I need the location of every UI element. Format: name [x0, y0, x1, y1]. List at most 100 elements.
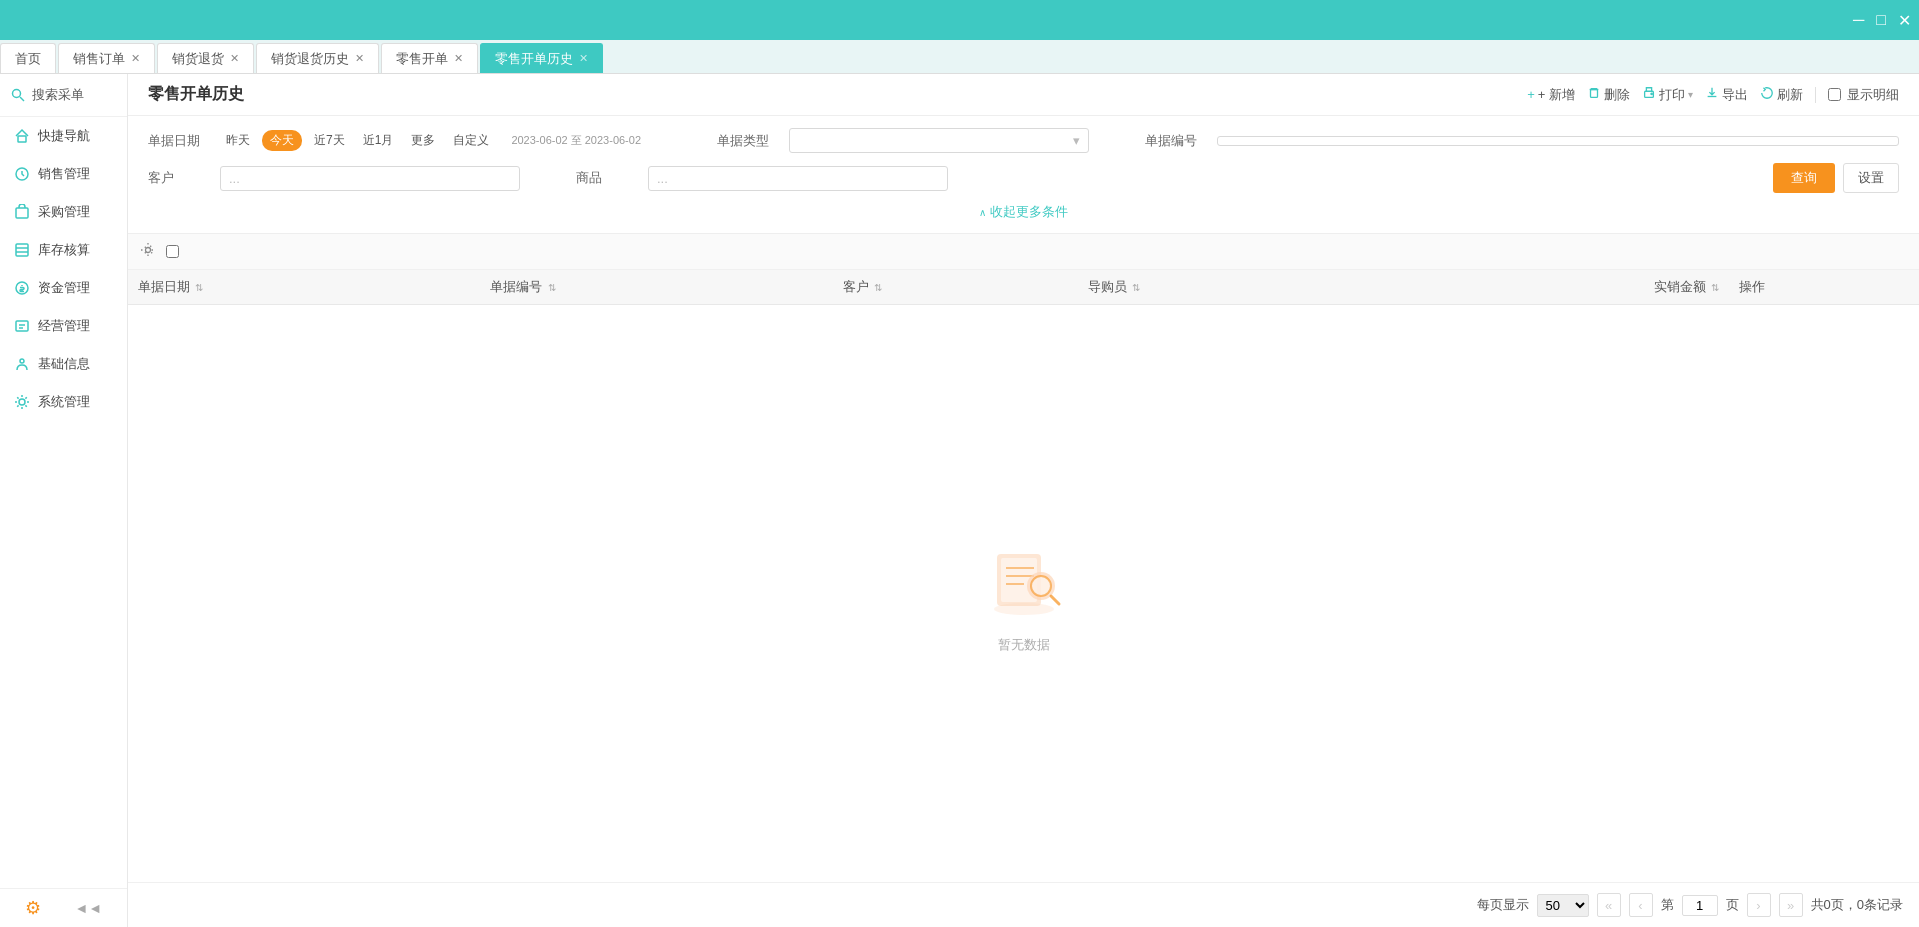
- display-cols-button[interactable]: 显示明细: [1828, 86, 1899, 104]
- table-settings-icon[interactable]: [140, 242, 156, 261]
- refresh-icon: [1760, 86, 1774, 103]
- operations-icon: [14, 318, 30, 334]
- doc-type-label: 单据类型: [717, 132, 773, 150]
- svg-rect-5: [16, 244, 28, 256]
- tab-home[interactable]: 首页: [0, 43, 56, 73]
- page-input[interactable]: [1682, 895, 1718, 916]
- sort-date-icon: ⇅: [195, 282, 203, 293]
- tab-retail-open-history[interactable]: 零售开单历史 ✕: [480, 43, 603, 73]
- sidebar-item-inventory[interactable]: 库存核算: [0, 231, 127, 269]
- chevron-left[interactable]: ‹: [1629, 893, 1653, 917]
- date-btn-more[interactable]: 更多: [405, 130, 441, 151]
- date-range: 2023-06-02 至 2023-06-02: [511, 133, 641, 148]
- svg-point-12: [20, 359, 24, 363]
- doc-type-select[interactable]: ▾: [789, 128, 1089, 153]
- date-btn-today[interactable]: 今天: [262, 130, 302, 151]
- tab-retail-open-close[interactable]: ✕: [454, 52, 463, 65]
- close-btn[interactable]: ✕: [1898, 11, 1911, 30]
- date-btn-7days[interactable]: 近7天: [308, 130, 351, 151]
- sidebar-item-operations[interactable]: 经营管理: [0, 307, 127, 345]
- sidebar-bottom: ⚙ ◄◄: [0, 888, 127, 927]
- sort-no-icon: ⇅: [548, 282, 556, 293]
- sidebar-item-label: 快捷导航: [38, 127, 90, 145]
- filter-row-2: 客户 ... 商品 ... 查询 设置: [148, 163, 1899, 193]
- tab-retail-open-history-close[interactable]: ✕: [579, 52, 588, 65]
- print-button[interactable]: 打印 ▾: [1642, 86, 1693, 104]
- content-area: 零售开单历史 + + 新增 删除 打印 ▾: [128, 74, 1919, 927]
- page-title: 零售开单历史: [148, 84, 244, 105]
- basic-info-icon: [14, 356, 30, 372]
- customer-label: 客户: [148, 169, 204, 187]
- window-controls: ─ □ ✕: [1853, 11, 1911, 30]
- tab-sales-return-history-close[interactable]: ✕: [355, 52, 364, 65]
- delete-button[interactable]: 删除: [1587, 86, 1630, 104]
- table-area: 单据日期 ⇅ 单据编号 ⇅ 客户 ⇅ 导购员 ⇅: [128, 234, 1919, 927]
- chevron-right-last[interactable]: »: [1779, 893, 1803, 917]
- finance-icon: [14, 280, 30, 296]
- goods-input[interactable]: ...: [648, 166, 948, 191]
- sidebar-item-finance[interactable]: 资金管理: [0, 269, 127, 307]
- refresh-button[interactable]: 刷新: [1760, 86, 1803, 104]
- page-label: 第: [1661, 896, 1674, 914]
- sidebar-item-sales-mgmt[interactable]: 销售管理: [0, 155, 127, 193]
- doc-no-input[interactable]: [1217, 136, 1899, 146]
- date-btn-custom[interactable]: 自定义: [447, 130, 495, 151]
- filter-area: 单据日期 昨天 今天 近7天 近1月 更多 自定义 2023-06-02 至 2…: [128, 116, 1919, 234]
- settings-icon[interactable]: ⚙: [25, 897, 41, 919]
- collapse-icon[interactable]: ◄◄: [74, 900, 102, 916]
- col-amount[interactable]: 实销金额 ⇅: [1377, 270, 1729, 305]
- collapse-arrow: ∧: [979, 207, 986, 218]
- date-btn-yesterday[interactable]: 昨天: [220, 130, 256, 151]
- display-cols-checkbox[interactable]: [1828, 88, 1841, 101]
- sidebar-item-label: 资金管理: [38, 279, 90, 297]
- chevron-right[interactable]: ›: [1747, 893, 1771, 917]
- col-action: 操作: [1729, 270, 1919, 305]
- date-btn-1month[interactable]: 近1月: [357, 130, 400, 151]
- tab-sales-order[interactable]: 销售订单 ✕: [58, 43, 155, 73]
- query-button[interactable]: 查询: [1773, 163, 1835, 193]
- minimize-btn[interactable]: ─: [1853, 11, 1864, 30]
- filter-dates: 昨天 今天 近7天 近1月 更多 自定义: [220, 130, 495, 151]
- svg-point-0: [13, 90, 21, 98]
- divider: [1815, 87, 1816, 103]
- top-bar: ─ □ ✕: [0, 0, 1919, 40]
- collapse-btn[interactable]: ∧ 收起更多条件: [148, 203, 1899, 221]
- export-button[interactable]: 导出: [1705, 86, 1748, 104]
- select-all-checkbox[interactable]: [166, 245, 179, 258]
- col-date[interactable]: 单据日期 ⇅: [128, 270, 480, 305]
- svg-rect-14: [1591, 90, 1598, 98]
- sidebar-item-basic-info[interactable]: 基础信息: [0, 345, 127, 383]
- tab-retail-open[interactable]: 零售开单 ✕: [381, 43, 478, 73]
- sidebar-item-label: 销售管理: [38, 165, 90, 183]
- svg-rect-9: [16, 321, 28, 331]
- chevron-left-first[interactable]: «: [1597, 893, 1621, 917]
- purchase-icon: [14, 204, 30, 220]
- tab-sales-return-close[interactable]: ✕: [230, 52, 239, 65]
- sidebar-item-label: 基础信息: [38, 355, 90, 373]
- sidebar-search[interactable]: 搜索采单: [0, 74, 127, 117]
- print-icon: [1642, 86, 1656, 103]
- add-button[interactable]: + + 新增: [1527, 86, 1575, 104]
- table-header-row: 单据日期 ⇅ 单据编号 ⇅ 客户 ⇅ 导购员 ⇅: [128, 270, 1919, 305]
- page-size-select[interactable]: 50 10 20 100: [1537, 894, 1589, 917]
- inventory-icon: [14, 242, 30, 258]
- goods-label: 商品: [576, 169, 632, 187]
- tab-bar: 首页 销售订单 ✕ 销货退货 ✕ 销货退货历史 ✕ 零售开单 ✕ 零售开单历史 …: [0, 40, 1919, 74]
- tab-sales-order-close[interactable]: ✕: [131, 52, 140, 65]
- maximize-btn[interactable]: □: [1876, 11, 1886, 30]
- customer-input[interactable]: ...: [220, 166, 520, 191]
- col-no[interactable]: 单据编号 ⇅: [480, 270, 832, 305]
- tab-sales-return[interactable]: 销货退货 ✕: [157, 43, 254, 73]
- delete-icon: [1587, 86, 1601, 103]
- sidebar-item-label: 经营管理: [38, 317, 90, 335]
- col-guide[interactable]: 导购员 ⇅: [1078, 270, 1377, 305]
- tab-sales-return-history[interactable]: 销货退货历史 ✕: [256, 43, 379, 73]
- sidebar-item-system[interactable]: 系统管理: [0, 383, 127, 421]
- col-customer[interactable]: 客户 ⇅: [833, 270, 1078, 305]
- sidebar-item-quick-nav[interactable]: 快捷导航: [0, 117, 127, 155]
- sidebar-item-purchase-mgmt[interactable]: 采购管理: [0, 193, 127, 231]
- settings-button[interactable]: 设置: [1843, 163, 1899, 193]
- sort-guide-icon: ⇅: [1132, 282, 1140, 293]
- print-arrow: ▾: [1688, 89, 1693, 100]
- total-info: 共0页，0条记录: [1811, 896, 1903, 914]
